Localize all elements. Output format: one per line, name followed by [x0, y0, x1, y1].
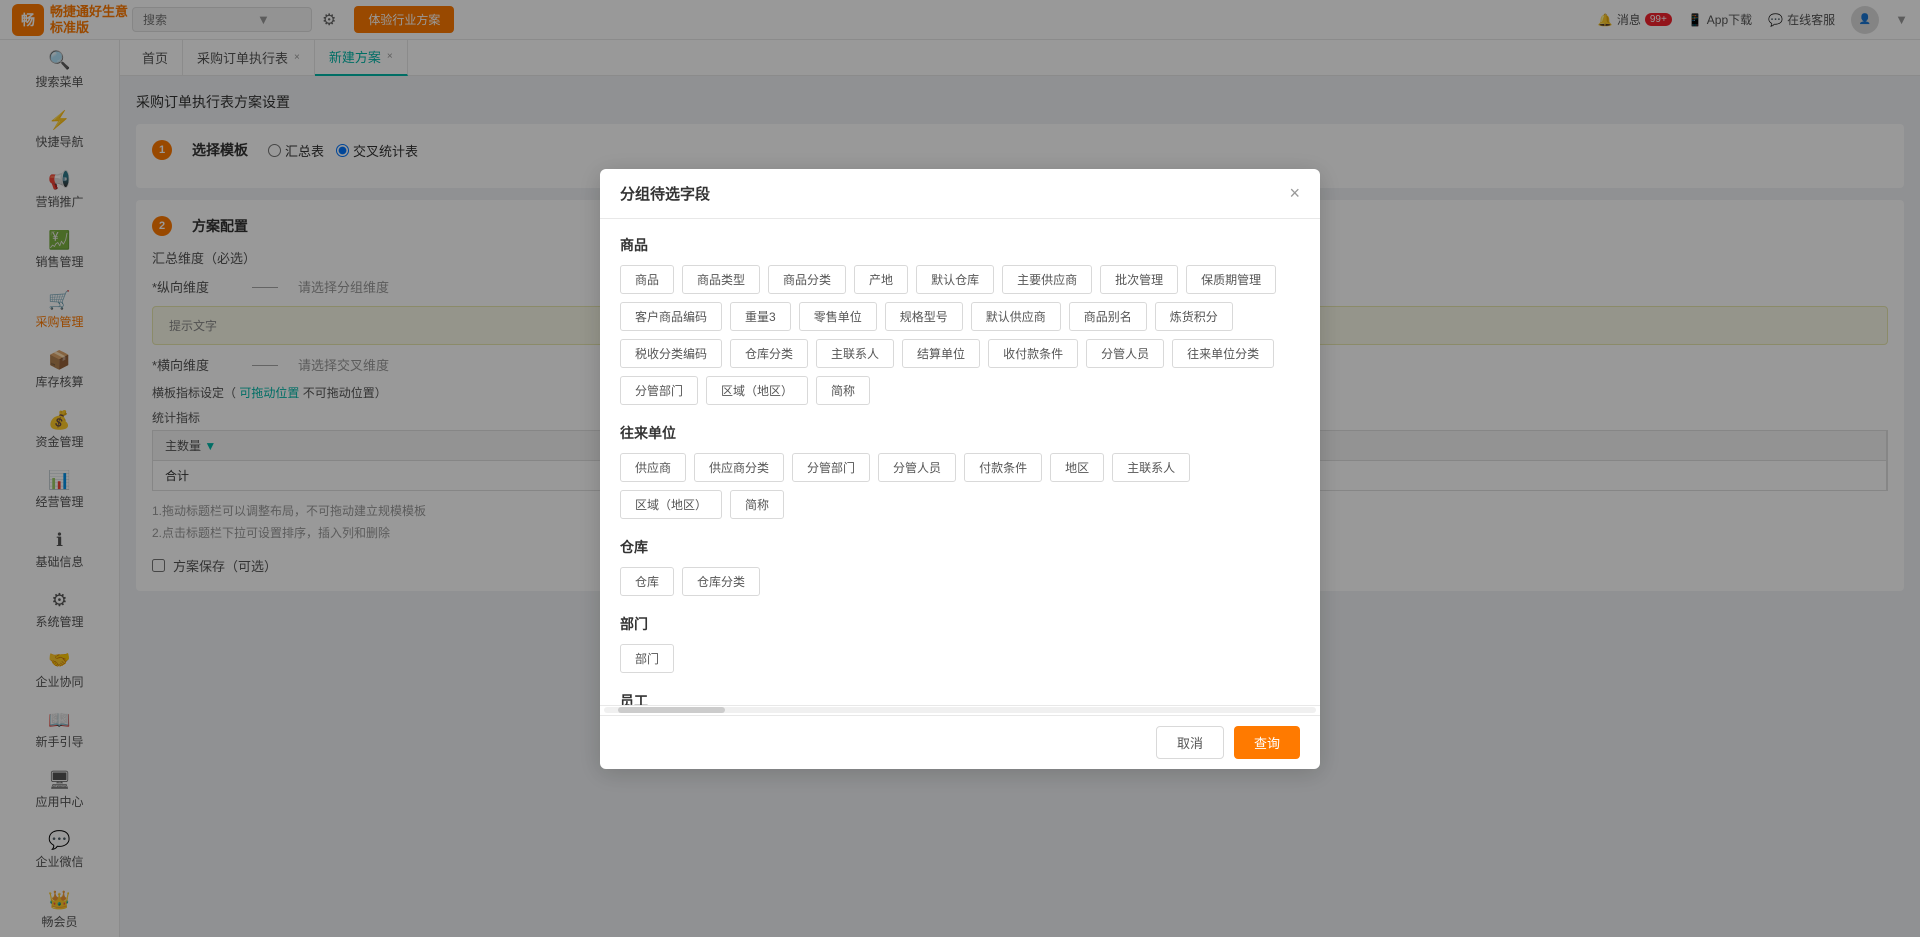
field-chip-1-2[interactable]: 分管部门	[792, 453, 870, 482]
modal-body: 商品商品商品类型商品分类产地默认仓库主要供应商批次管理保质期管理客户商品编码重量…	[600, 219, 1320, 706]
modal-title: 分组待选字段	[620, 183, 710, 204]
field-chip-1-5[interactable]: 地区	[1050, 453, 1104, 482]
field-chip-0-22[interactable]: 分管部门	[620, 376, 698, 405]
field-section-3: 部门部门	[620, 614, 1300, 673]
field-chip-0-2[interactable]: 商品分类	[768, 265, 846, 294]
field-section-title-4: 员工	[620, 691, 1300, 706]
modal-header: 分组待选字段 ×	[600, 169, 1320, 219]
field-chip-0-5[interactable]: 主要供应商	[1002, 265, 1092, 294]
field-chip-0-9[interactable]: 重量3	[730, 302, 791, 331]
field-section-4: 员工业务员	[620, 691, 1300, 706]
field-chip-0-13[interactable]: 商品别名	[1069, 302, 1147, 331]
field-chip-0-19[interactable]: 收付款条件	[988, 339, 1078, 368]
field-chip-3-0[interactable]: 部门	[620, 644, 674, 673]
field-chip-0-1[interactable]: 商品类型	[682, 265, 760, 294]
field-chip-0-15[interactable]: 税收分类编码	[620, 339, 722, 368]
field-chip-0-8[interactable]: 客户商品编码	[620, 302, 722, 331]
field-chip-1-0[interactable]: 供应商	[620, 453, 686, 482]
field-section-title-2: 仓库	[620, 537, 1300, 557]
field-chip-1-6[interactable]: 主联系人	[1112, 453, 1190, 482]
field-chip-0-6[interactable]: 批次管理	[1100, 265, 1178, 294]
field-section-title-1: 往来单位	[620, 423, 1300, 443]
field-chip-1-8[interactable]: 简称	[730, 490, 784, 519]
field-chips-1: 供应商供应商分类分管部门分管人员付款条件地区主联系人区域（地区） 简称	[620, 453, 1300, 519]
field-chip-2-1[interactable]: 仓库分类	[682, 567, 760, 596]
field-chip-1-4[interactable]: 付款条件	[964, 453, 1042, 482]
field-chip-1-7[interactable]: 区域（地区）	[620, 490, 722, 519]
field-chip-0-18[interactable]: 结算单位	[902, 339, 980, 368]
field-chip-0-17[interactable]: 主联系人	[816, 339, 894, 368]
field-chips-0: 商品商品类型商品分类产地默认仓库主要供应商批次管理保质期管理客户商品编码重量3 零…	[620, 265, 1300, 405]
field-chip-0-3[interactable]: 产地	[854, 265, 908, 294]
field-section-2: 仓库仓库仓库分类	[620, 537, 1300, 596]
cancel-button[interactable]: 取消	[1156, 726, 1224, 759]
field-chips-3: 部门	[620, 644, 1300, 673]
field-chip-0-21[interactable]: 往来单位分类	[1172, 339, 1274, 368]
field-section-0: 商品商品商品类型商品分类产地默认仓库主要供应商批次管理保质期管理客户商品编码重量…	[620, 235, 1300, 405]
field-chip-0-11[interactable]: 规格型号	[885, 302, 963, 331]
field-section-1: 往来单位供应商供应商分类分管部门分管人员付款条件地区主联系人区域（地区） 简称	[620, 423, 1300, 519]
field-chips-2: 仓库仓库分类	[620, 567, 1300, 596]
field-chip-0-24[interactable]: 简称	[816, 376, 870, 405]
field-chip-0-10[interactable]: 零售单位	[799, 302, 877, 331]
modal-footer: 取消 查询	[600, 715, 1320, 769]
field-chip-0-4[interactable]: 默认仓库	[916, 265, 994, 294]
modal: 分组待选字段 × 商品商品商品类型商品分类产地默认仓库主要供应商批次管理保质期管…	[600, 169, 1320, 769]
field-chip-0-14[interactable]: 炼货积分	[1155, 302, 1233, 331]
field-section-title-3: 部门	[620, 614, 1300, 634]
field-chip-0-7[interactable]: 保质期管理	[1186, 265, 1276, 294]
field-chip-0-12[interactable]: 默认供应商	[971, 302, 1061, 331]
confirm-button[interactable]: 查询	[1234, 726, 1300, 759]
field-chip-0-16[interactable]: 仓库分类	[730, 339, 808, 368]
field-chip-0-20[interactable]: 分管人员	[1086, 339, 1164, 368]
field-chip-1-1[interactable]: 供应商分类	[694, 453, 784, 482]
field-chip-0-23[interactable]: 区域（地区）	[706, 376, 808, 405]
field-section-title-0: 商品	[620, 235, 1300, 255]
modal-hscroll[interactable]	[600, 705, 1320, 714]
field-chip-1-3[interactable]: 分管人员	[878, 453, 956, 482]
modal-close-btn[interactable]: ×	[1289, 183, 1300, 204]
field-chip-0-0[interactable]: 商品	[620, 265, 674, 294]
field-chip-2-0[interactable]: 仓库	[620, 567, 674, 596]
